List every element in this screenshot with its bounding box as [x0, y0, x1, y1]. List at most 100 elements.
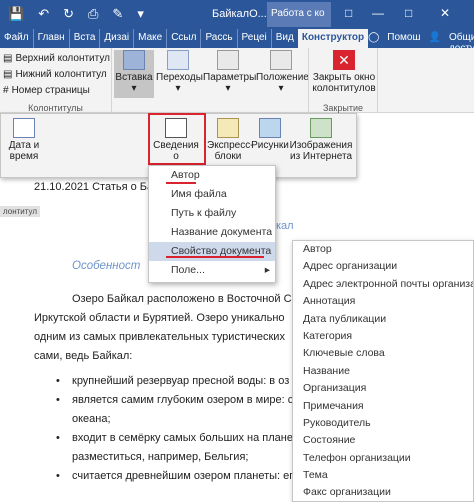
tab-design[interactable]: Дизаі [99, 29, 133, 48]
header-icon: ▤ [3, 52, 13, 64]
list-item: является самим глубоким озером в мире: с [72, 394, 294, 406]
chevron-down-icon: ▾ [278, 83, 284, 94]
menu-item[interactable]: Факс организации [293, 484, 473, 501]
print-icon[interactable]: ⎙ [88, 5, 98, 23]
paragraph-line: Озеро Байкал расположено в Восточной Си [72, 293, 298, 305]
header-footer-group: ▤ Верхний колонтитул ▤ Нижний колонтитул #… [0, 48, 112, 113]
options-button[interactable]: Параметры ▾ [203, 50, 256, 94]
navigation-button[interactable]: Переходы ▾ [156, 50, 203, 94]
menu-item[interactable]: Дата публикации [293, 311, 473, 328]
redo-icon[interactable]: ↻ [63, 5, 74, 23]
tab-layout[interactable]: Маке [133, 29, 166, 48]
help-icon[interactable]: ◯ [368, 29, 379, 48]
close-header-footer-button[interactable]: ✕ Закрыть окно колонтитулов [309, 50, 379, 94]
help-label[interactable]: Помош [387, 29, 420, 48]
page-number-icon: # [3, 84, 9, 96]
online-pictures-icon [310, 118, 332, 138]
share-icon[interactable]: 👤 [429, 29, 441, 48]
bullet-icon: • [56, 375, 60, 387]
quick-parts-icon [217, 118, 239, 138]
list-item: входит в семёрку самых больших на планет [72, 432, 298, 444]
calendar-icon [13, 118, 35, 138]
menu-item-document-title[interactable]: Название документа [149, 223, 275, 242]
tab-home[interactable]: Главн [32, 29, 69, 48]
save-icon[interactable]: 💾 [8, 5, 24, 23]
menu-item[interactable]: Телефон организации [293, 450, 473, 467]
tab-mailings[interactable]: Рассь [200, 29, 236, 48]
header-text[interactable]: 21.10.2021 Статья о Байк [34, 181, 164, 193]
position-button[interactable]: Положение ▾ [256, 50, 309, 94]
insert-button[interactable]: Вставка ▾ [114, 50, 154, 98]
bullet-icon: • [56, 470, 60, 482]
tab-review[interactable]: Рецеі [236, 29, 271, 48]
window-title: БайкалО... [212, 8, 267, 20]
menu-item[interactable]: Ключевые слова [293, 345, 473, 362]
chevron-right-icon: ▸ [264, 264, 270, 276]
ribbon-tabs: Файл Главн Вста Дизаі Маке Ссыл Рассь Ре… [0, 29, 474, 54]
context-tab-title: Работа с ко [267, 2, 331, 27]
highlight-box [148, 113, 206, 165]
menu-item[interactable]: Адрес организации [293, 258, 473, 275]
undo-icon[interactable]: ↶ [38, 5, 49, 23]
close-icon: ✕ [333, 50, 355, 70]
footer-button[interactable]: ▤ Нижний колонтитул [0, 66, 111, 82]
menu-item[interactable]: Аннотация [293, 293, 473, 310]
pictures-icon [259, 118, 281, 138]
more-icon[interactable]: ▾ [137, 5, 144, 23]
list-item: крупнейший резервуар пресной воды: в оз [72, 375, 290, 387]
date-time-button[interactable]: Дата и время [7, 118, 41, 162]
minimize-icon[interactable]: — [372, 6, 384, 20]
share-button[interactable]: Общий доступ [449, 29, 474, 54]
menu-item-file-path[interactable]: Путь к файлу [149, 204, 275, 223]
tab-view[interactable]: Вид [270, 29, 298, 48]
online-pictures-button[interactable]: Изображения из Интернета [289, 118, 353, 162]
chevron-down-icon: ▾ [131, 83, 137, 94]
underline-mark [166, 182, 196, 184]
ribbon: ▤ Верхний колонтитул ▤ Нижний колонтитул #… [0, 48, 474, 113]
ribbon-options-icon[interactable]: □ [345, 6, 352, 20]
heading-fragment: кал [276, 220, 294, 232]
chevron-down-icon: ▾ [175, 83, 181, 94]
insert-icon [123, 50, 145, 70]
document-property-submenu: Автор Адрес организации Адрес электронно… [292, 240, 474, 502]
menu-item[interactable]: Название [293, 363, 473, 380]
page-number-button[interactable]: # Номер страницы [0, 82, 111, 98]
menu-item[interactable]: Тема [293, 467, 473, 484]
menu-item[interactable]: Автор [293, 241, 473, 258]
format-icon[interactable]: ✎ [112, 5, 123, 23]
menu-item[interactable]: Адрес электронной почты организации [293, 276, 473, 293]
menu-item[interactable]: Организация [293, 380, 473, 397]
underline-mark [166, 256, 264, 258]
chevron-down-icon: ▾ [225, 83, 231, 94]
list-item: океана; [72, 413, 111, 425]
tab-insert[interactable]: Вста [68, 29, 100, 48]
menu-item-file-name[interactable]: Имя файла [149, 185, 275, 204]
quick-parts-button[interactable]: Экспресс-блоки [207, 118, 254, 162]
subheading: Особенност [72, 260, 141, 272]
close-group: ✕ Закрыть окно колонтитулов Закрытие [308, 48, 378, 113]
menu-item-field[interactable]: Поле... [149, 261, 275, 280]
tab-references[interactable]: Ссыл [166, 29, 200, 48]
tab-file[interactable]: Файл [0, 29, 33, 48]
menu-item[interactable]: Примечания [293, 398, 473, 415]
group-label: Колонтитулы [28, 103, 83, 113]
bullet-icon: • [56, 432, 60, 444]
close-icon[interactable]: ✕ [440, 6, 450, 20]
header-button[interactable]: ▤ Верхний колонтитул [0, 50, 111, 66]
paragraph-line: сами, ведь Байкал: [34, 350, 133, 362]
paragraph-line: Иркутской области и Бурятией. Озеро уник… [34, 312, 285, 324]
pictures-button[interactable]: Рисунки [251, 118, 289, 151]
footer-icon: ▤ [3, 68, 13, 80]
menu-item[interactable]: Категория [293, 328, 473, 345]
options-icon [217, 50, 239, 70]
list-item: считается древнейшим озером планеты: ег [72, 470, 294, 482]
navigation-icon [167, 50, 189, 70]
menu-item-document-property[interactable]: Свойство документа ▸ [149, 242, 275, 276]
maximize-icon[interactable]: □ [405, 6, 412, 20]
tab-designer[interactable]: Конструктор [297, 29, 369, 48]
menu-item[interactable]: Руководитель [293, 415, 473, 432]
menu-item[interactable]: Состояние [293, 432, 473, 449]
quick-access-toolbar: 💾 ↶ ↻ ⎙ ✎ ▾ [8, 5, 144, 23]
list-item: разместиться, например, Бельгия; [72, 451, 249, 463]
bullet-icon: • [56, 394, 60, 406]
